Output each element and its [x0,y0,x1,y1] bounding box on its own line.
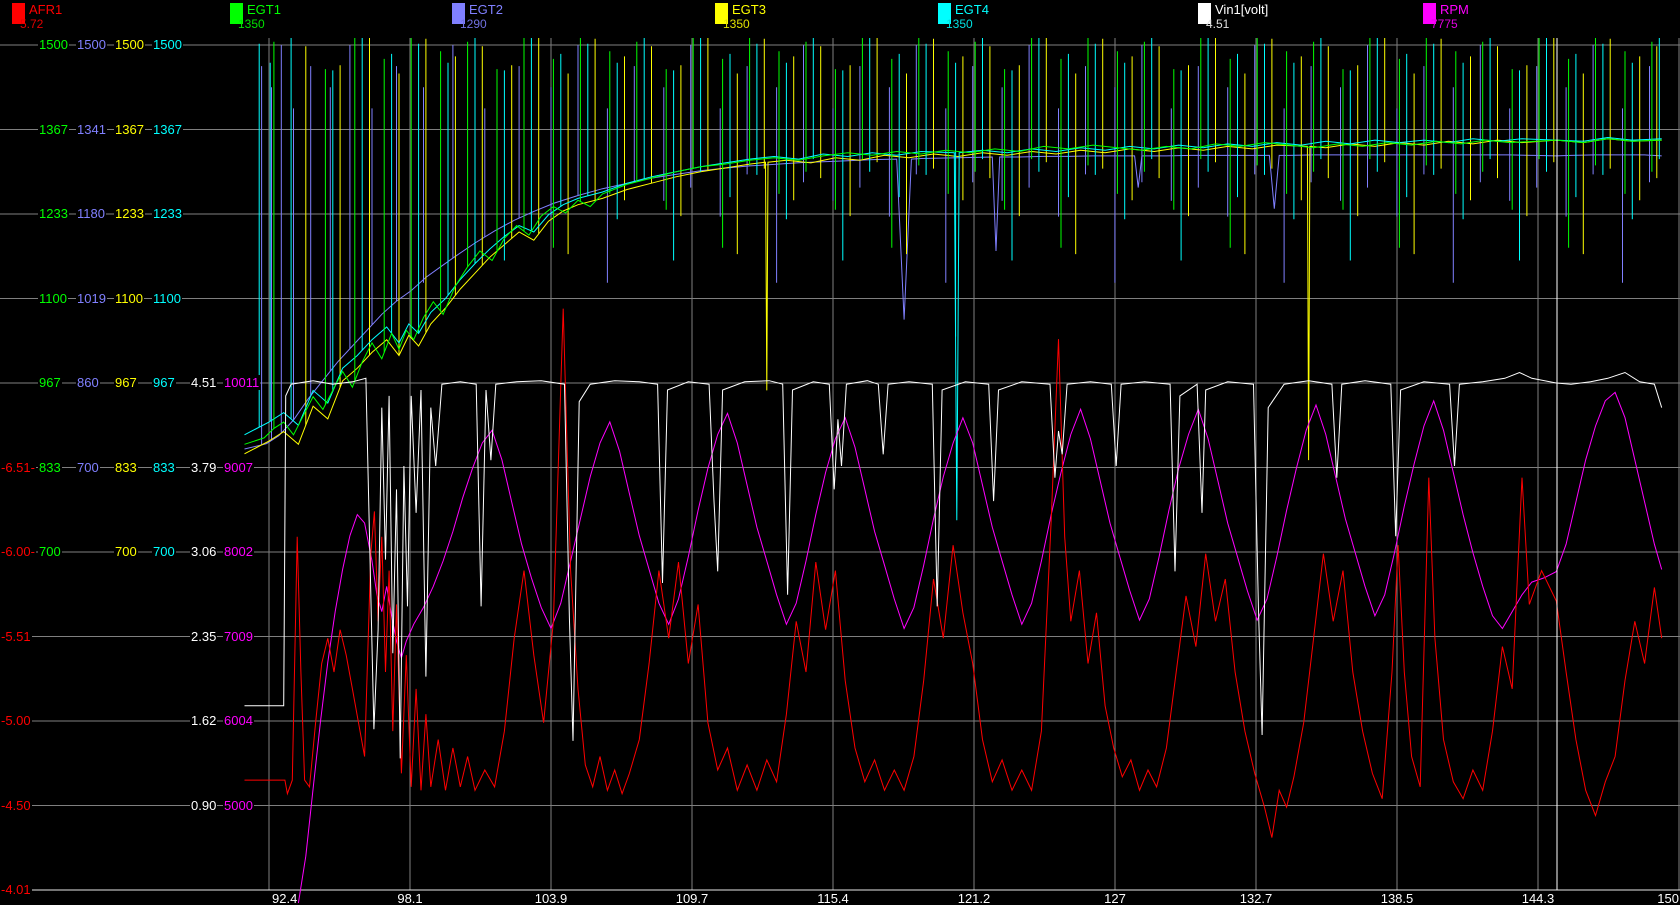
legend-channel-value: 1350 [946,17,973,31]
x-axis-label: 150 [1657,891,1679,905]
legend-channel-value: 1350 [723,17,750,31]
x-axis-label: 115.4 [817,891,849,905]
trace-egt3 [244,138,1662,461]
x-axis-label: 98.1 [397,891,423,905]
y-axis-label-egt2: 700 [76,459,100,475]
legend-channel-name: EGT1 [247,2,281,17]
y-axis-label-egt4: 1367 [152,121,183,137]
y-axis-label-egt3: 967 [114,375,138,390]
y-axis-label-egt2: 1341 [76,121,107,137]
y-axis-label-egt2: 1019 [76,290,107,306]
legend-channel-name: RPM [1440,2,1469,17]
x-axis-label: 132.7 [1239,891,1273,905]
legend-channel-name: EGT4 [955,2,989,17]
y-axis-label-afr1: -5.51 [0,628,32,644]
y-axis-label-egt4: 967 [152,375,176,390]
y-axis-label-rpm: 8002 [223,544,254,559]
y-axis-label-egt1: 700 [38,544,62,559]
legend-channel-value: 4.51 [1206,17,1230,31]
y-axis-label-egt1: 1100 [38,290,68,306]
y-axis-label-rpm: 9007 [223,459,254,475]
y-axis-label-afr1: -6.51- [0,459,36,475]
x-axis-label: 103.9 [534,891,568,905]
y-axis-label-egt3: 1500 [114,37,145,52]
y-axis-label-egt2: 1500 [76,37,107,52]
y-axis-label-afr1: -5.00 [0,713,32,728]
x-axis-label: 138.5 [1380,891,1414,905]
y-axis-label-rpm: 5000 [223,797,254,813]
y-axis-label-vin1: 0.90 [190,797,218,813]
legend-channel-name: EGT3 [732,2,766,17]
y-axis-label-afr1: -6.00- [0,544,36,559]
y-axis-label-egt1: 1367 [38,121,69,137]
legend-channel-value: 7775 [1431,17,1458,31]
y-axis-label-vin1: 1.62 [190,713,218,728]
legend-channel-value: 5.72 [20,17,44,31]
trace-egt4 [244,136,1662,521]
y-axis-label-vin1: 3.79 [190,459,218,475]
y-axis-label-afr1: -4.01 [0,882,32,897]
x-axis-label: 92.4 [272,891,298,905]
y-axis-label-egt4: 833 [152,459,176,475]
logworks-chart-window: AFR1 5.72 EGT1 1350 EGT2 1290 EGT3 1350 EGT4 1350… [0,0,1680,905]
y-axis-label-egt3: 833 [114,459,138,475]
y-axis-label-egt3: 700 [114,544,138,559]
legend-channel-value: 1290 [460,17,487,31]
x-axis-label: 127 [1104,891,1126,905]
legend-channel-name: AFR1 [29,2,63,17]
trace-egt2 [244,154,1662,450]
x-axis-label: 109.7 [675,891,709,905]
y-axis-label-egt4: 1100 [152,290,182,306]
y-axis-label-rpm: 7009 [223,628,254,644]
y-axis-label-egt4: 1233 [152,206,183,221]
trace-egt1 [244,138,1662,445]
y-axis-label-afr1: -4.50 [0,797,32,813]
x-axis-label: 121.2 [957,891,991,905]
x-axis-label: 144.3 [1521,891,1555,905]
y-axis-label-vin1: 2.35 [190,628,218,644]
y-axis-label-vin1: 3.06 [190,544,218,559]
y-axis-label-vin1: 4.51 [190,375,218,390]
y-axis-label-egt1: 1233 [38,206,69,221]
y-axis-label-egt1: 1500 [38,37,69,52]
y-axis-label-rpm: 10011 [223,375,261,390]
y-axis-label-egt3: 1233 [114,206,145,221]
y-axis-label-egt2: 1180 [76,206,106,221]
legend-channel-name: Vin1[volt] [1215,2,1269,17]
trace-afr1 [244,308,1663,838]
y-axis-label-egt4: 1500 [152,37,183,52]
y-axis-label-rpm: 6004 [223,713,254,728]
trace-rpm [297,391,1663,904]
y-axis-label-egt3: 1367 [114,121,145,137]
y-axis-label-egt1: 967 [38,375,62,390]
legend-channel-value: 1350 [238,17,265,31]
y-axis-label-egt3: 1100 [114,290,144,306]
plot-area[interactable] [0,0,1680,905]
y-axis-label-egt2: 860 [76,375,100,390]
legend-channel-name: EGT2 [469,2,503,17]
y-axis-label-egt1: 833 [38,459,62,475]
trace-vin1 [244,371,1663,759]
y-axis-label-egt4: 700 [152,544,176,559]
